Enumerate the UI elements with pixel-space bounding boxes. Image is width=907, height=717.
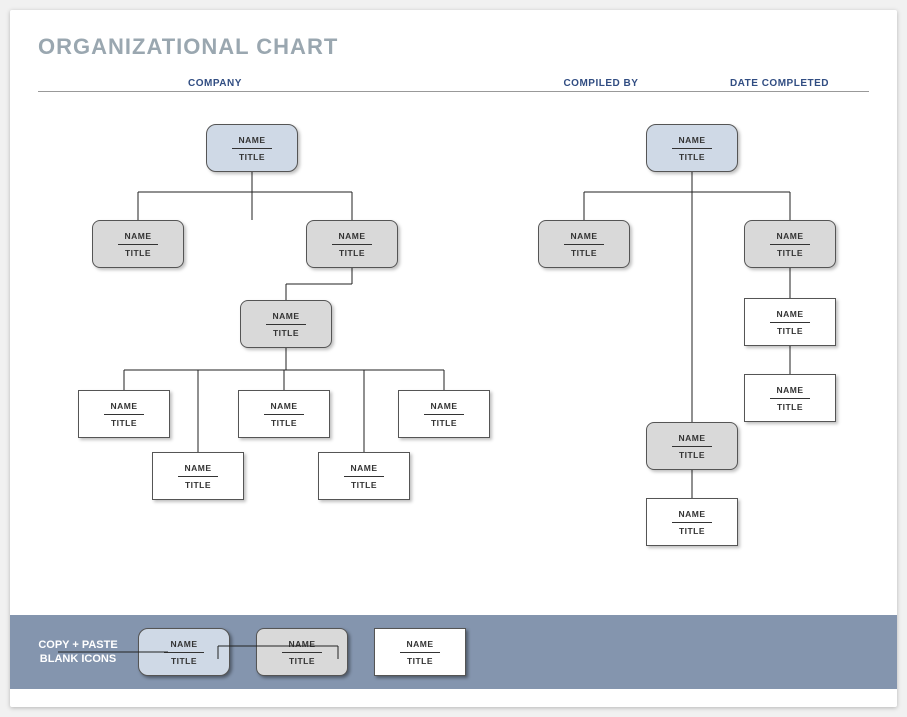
node-name: NAME bbox=[678, 433, 705, 443]
node-divider bbox=[672, 522, 712, 523]
org-node[interactable]: NAME TITLE bbox=[744, 220, 836, 268]
node-divider bbox=[264, 414, 304, 415]
node-name: NAME bbox=[338, 231, 365, 241]
node-name: NAME bbox=[678, 135, 705, 145]
node-divider bbox=[770, 322, 810, 323]
node-divider bbox=[266, 324, 306, 325]
meta-date-label: DATE COMPLETED bbox=[730, 78, 829, 89]
node-name: NAME bbox=[270, 401, 297, 411]
node-title: TITLE bbox=[351, 480, 377, 490]
node-title: TITLE bbox=[777, 402, 803, 412]
node-divider bbox=[178, 476, 218, 477]
org-node[interactable]: NAME TITLE bbox=[398, 390, 490, 438]
node-title: TITLE bbox=[679, 526, 705, 536]
node-title: TITLE bbox=[407, 656, 433, 666]
org-node[interactable]: NAME TITLE bbox=[92, 220, 184, 268]
node-divider bbox=[104, 414, 144, 415]
node-divider bbox=[400, 652, 440, 653]
node-divider bbox=[770, 244, 810, 245]
footer-connector-samples bbox=[18, 615, 358, 689]
org-node[interactable]: NAME TITLE bbox=[306, 220, 398, 268]
org-node[interactable]: NAME TITLE bbox=[318, 452, 410, 500]
node-title: TITLE bbox=[185, 480, 211, 490]
node-divider bbox=[424, 414, 464, 415]
node-title: TITLE bbox=[679, 152, 705, 162]
meta-row: COMPANY COMPILED BY DATE COMPLETED bbox=[38, 78, 869, 92]
org-chart-canvas: NAMETITLE NAMETITLE NAMETITLE NAMETITLE … bbox=[38, 92, 869, 552]
meta-compiled-label: COMPILED BY bbox=[563, 78, 638, 89]
org-node[interactable]: NAME TITLE bbox=[78, 390, 170, 438]
node-divider bbox=[232, 148, 272, 149]
node-divider bbox=[564, 244, 604, 245]
node-name: NAME bbox=[124, 231, 151, 241]
org-node-root-left[interactable]: NAME TITLE bbox=[206, 124, 298, 172]
document-page: ORGANIZATIONAL CHART COMPANY COMPILED BY… bbox=[10, 10, 897, 707]
node-name: NAME bbox=[678, 509, 705, 519]
node-name: NAME bbox=[406, 639, 433, 649]
node-name: NAME bbox=[184, 463, 211, 473]
node-title: TITLE bbox=[273, 328, 299, 338]
node-name: NAME bbox=[430, 401, 457, 411]
org-node[interactable]: NAME TITLE bbox=[238, 390, 330, 438]
org-node[interactable]: NAME TITLE bbox=[744, 374, 836, 422]
node-title: TITLE bbox=[679, 450, 705, 460]
node-title: TITLE bbox=[239, 152, 265, 162]
node-divider bbox=[118, 244, 158, 245]
node-divider bbox=[672, 148, 712, 149]
org-node[interactable]: NAME TITLE bbox=[646, 422, 738, 470]
node-divider bbox=[770, 398, 810, 399]
node-divider bbox=[332, 244, 372, 245]
node-divider bbox=[344, 476, 384, 477]
org-node[interactable]: NAME TITLE bbox=[744, 298, 836, 346]
meta-company-label: COMPANY bbox=[188, 78, 242, 89]
node-title: TITLE bbox=[431, 418, 457, 428]
node-name: NAME bbox=[570, 231, 597, 241]
node-name: NAME bbox=[350, 463, 377, 473]
node-title: TITLE bbox=[571, 248, 597, 258]
node-name: NAME bbox=[110, 401, 137, 411]
org-node[interactable]: NAME TITLE bbox=[152, 452, 244, 500]
node-title: TITLE bbox=[777, 248, 803, 258]
page-title: ORGANIZATIONAL CHART bbox=[38, 34, 869, 60]
node-title: TITLE bbox=[125, 248, 151, 258]
node-name: NAME bbox=[776, 385, 803, 395]
org-node[interactable]: NAME TITLE bbox=[240, 300, 332, 348]
node-divider bbox=[672, 446, 712, 447]
org-node[interactable]: NAME TITLE bbox=[646, 498, 738, 546]
template-box-white[interactable]: NAME TITLE bbox=[374, 628, 466, 676]
node-name: NAME bbox=[272, 311, 299, 321]
org-node-root-right[interactable]: NAME TITLE bbox=[646, 124, 738, 172]
org-node[interactable]: NAME TITLE bbox=[538, 220, 630, 268]
node-title: TITLE bbox=[111, 418, 137, 428]
node-title: TITLE bbox=[271, 418, 297, 428]
node-title: TITLE bbox=[777, 326, 803, 336]
node-title: TITLE bbox=[339, 248, 365, 258]
node-name: NAME bbox=[776, 309, 803, 319]
footer-strip: COPY + PASTE BLANK ICONS NAMETITLE NAMET… bbox=[10, 615, 897, 689]
node-name: NAME bbox=[238, 135, 265, 145]
node-name: NAME bbox=[776, 231, 803, 241]
